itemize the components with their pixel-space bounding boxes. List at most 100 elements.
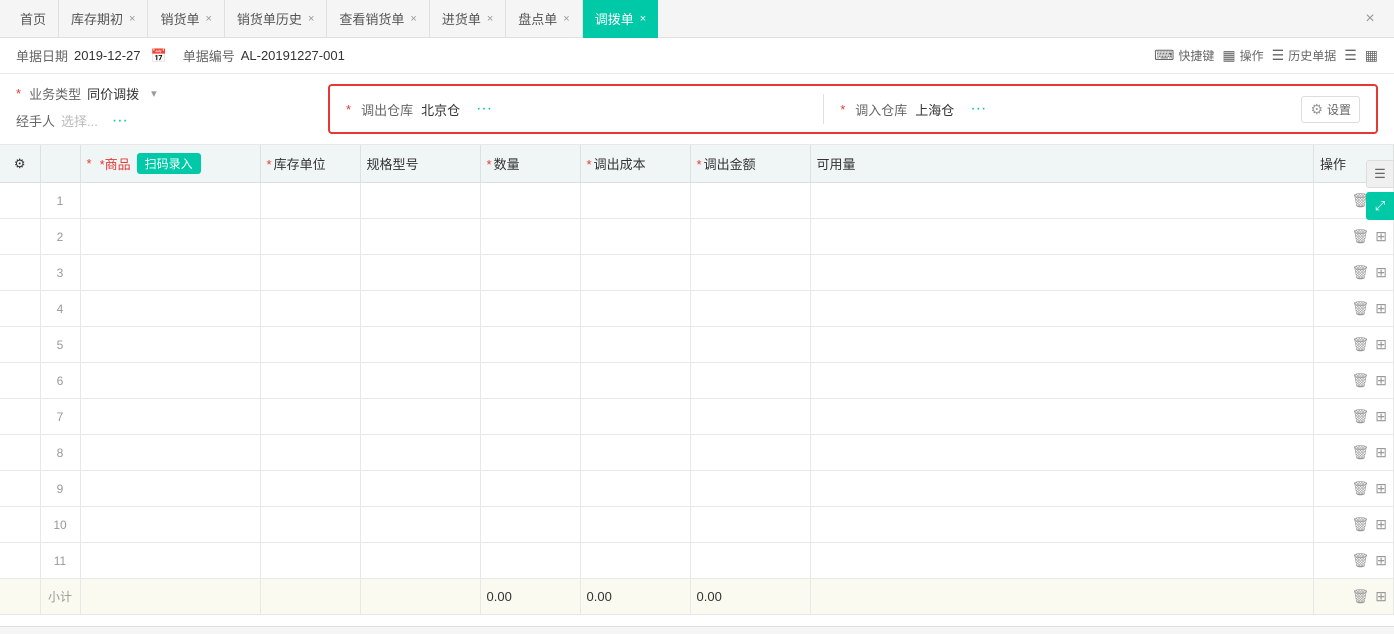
right-panel-list-btn[interactable]: ☰ bbox=[1366, 160, 1394, 188]
copy-icon[interactable]: ⊞ bbox=[1375, 480, 1387, 497]
row-avail-cell[interactable] bbox=[810, 471, 1314, 507]
copy-icon[interactable]: ⊞ bbox=[1375, 408, 1387, 425]
warehouse-in-ellipsis-btn[interactable]: ··· bbox=[970, 100, 986, 118]
th-gear[interactable]: ⚙ bbox=[0, 145, 40, 183]
row-avail-cell[interactable] bbox=[810, 255, 1314, 291]
grid-view-action[interactable]: ▦ bbox=[1365, 47, 1378, 64]
row-avail-cell[interactable] bbox=[810, 363, 1314, 399]
row-product-cell[interactable] bbox=[80, 471, 260, 507]
row-product-cell[interactable] bbox=[80, 255, 260, 291]
row-cost-cell[interactable] bbox=[580, 327, 690, 363]
delete-icon[interactable]: 🗑 bbox=[1351, 300, 1369, 317]
list-view-action[interactable]: ☰ bbox=[1344, 47, 1357, 64]
settings-button[interactable]: ⚙ 设置 bbox=[1301, 96, 1360, 123]
row-cost-cell[interactable] bbox=[580, 183, 690, 219]
row-avail-cell[interactable] bbox=[810, 507, 1314, 543]
row-unit-cell[interactable] bbox=[260, 435, 360, 471]
row-spec-cell[interactable] bbox=[360, 507, 480, 543]
row-spec-cell[interactable] bbox=[360, 543, 480, 579]
delete-icon[interactable]: 🗑 bbox=[1351, 408, 1369, 425]
copy-icon[interactable]: ⊞ bbox=[1375, 444, 1387, 461]
copy-icon[interactable]: ⊞ bbox=[1375, 336, 1387, 353]
row-unit-cell[interactable] bbox=[260, 399, 360, 435]
delete-icon[interactable]: 🗑 bbox=[1351, 444, 1369, 461]
row-amount-cell[interactable] bbox=[690, 399, 810, 435]
tab-close-transfer[interactable]: × bbox=[640, 13, 646, 25]
subtotal-copy-icon[interactable]: ⊞ bbox=[1375, 588, 1387, 605]
row-unit-cell[interactable] bbox=[260, 543, 360, 579]
row-cost-cell[interactable] bbox=[580, 399, 690, 435]
tab-close-inventory-init[interactable]: × bbox=[129, 13, 135, 25]
row-amount-cell[interactable] bbox=[690, 327, 810, 363]
shortcut-action[interactable]: ⌨ 快捷键 bbox=[1154, 47, 1214, 64]
biz-type-value[interactable]: 同价调拨 bbox=[87, 84, 139, 103]
delete-icon[interactable]: 🗑 bbox=[1351, 336, 1369, 353]
row-qty-cell[interactable] bbox=[480, 327, 580, 363]
row-product-cell[interactable] bbox=[80, 543, 260, 579]
row-unit-cell[interactable] bbox=[260, 183, 360, 219]
window-close-button[interactable]: × bbox=[1354, 3, 1386, 35]
row-qty-cell[interactable] bbox=[480, 507, 580, 543]
row-product-cell[interactable] bbox=[80, 507, 260, 543]
row-product-cell[interactable] bbox=[80, 183, 260, 219]
row-amount-cell[interactable] bbox=[690, 507, 810, 543]
row-spec-cell[interactable] bbox=[360, 327, 480, 363]
scan-entry-button[interactable]: 扫码录入 bbox=[137, 153, 201, 174]
row-spec-cell[interactable] bbox=[360, 183, 480, 219]
row-product-cell[interactable] bbox=[80, 219, 260, 255]
operation-action[interactable]: ▦ 操作 bbox=[1222, 47, 1263, 64]
row-product-cell[interactable] bbox=[80, 327, 260, 363]
delete-icon[interactable]: 🗑 bbox=[1351, 480, 1369, 497]
row-spec-cell[interactable] bbox=[360, 471, 480, 507]
biz-type-dropdown-icon[interactable]: ▾ bbox=[151, 87, 157, 100]
row-cost-cell[interactable] bbox=[580, 543, 690, 579]
tab-sales-history[interactable]: 销货单历史 × bbox=[225, 0, 327, 38]
row-amount-cell[interactable] bbox=[690, 291, 810, 327]
delete-icon[interactable]: 🗑 bbox=[1351, 552, 1369, 569]
row-product-cell[interactable] bbox=[80, 291, 260, 327]
row-cost-cell[interactable] bbox=[580, 291, 690, 327]
table-container[interactable]: ⚙ * *商品 扫码录入 *库存单位 bbox=[0, 145, 1394, 626]
copy-icon[interactable]: ⊞ bbox=[1375, 372, 1387, 389]
row-unit-cell[interactable] bbox=[260, 327, 360, 363]
row-spec-cell[interactable] bbox=[360, 435, 480, 471]
row-avail-cell[interactable] bbox=[810, 183, 1314, 219]
row-product-cell[interactable] bbox=[80, 363, 260, 399]
row-spec-cell[interactable] bbox=[360, 363, 480, 399]
row-unit-cell[interactable] bbox=[260, 255, 360, 291]
delete-icon[interactable]: 🗑 bbox=[1351, 228, 1369, 245]
copy-icon[interactable]: ⊞ bbox=[1375, 264, 1387, 281]
row-amount-cell[interactable] bbox=[690, 471, 810, 507]
copy-icon[interactable]: ⊞ bbox=[1375, 228, 1387, 245]
row-unit-cell[interactable] bbox=[260, 291, 360, 327]
row-unit-cell[interactable] bbox=[260, 471, 360, 507]
row-spec-cell[interactable] bbox=[360, 399, 480, 435]
row-qty-cell[interactable] bbox=[480, 183, 580, 219]
tab-stocktake[interactable]: 盘点单 × bbox=[506, 0, 582, 38]
row-cost-cell[interactable] bbox=[580, 507, 690, 543]
tab-close-stocktake[interactable]: × bbox=[563, 13, 569, 25]
tab-close-sales-history[interactable]: × bbox=[308, 13, 314, 25]
tab-home[interactable]: 首页 bbox=[8, 0, 59, 38]
row-qty-cell[interactable] bbox=[480, 471, 580, 507]
copy-icon[interactable]: ⊞ bbox=[1375, 300, 1387, 317]
row-avail-cell[interactable] bbox=[810, 543, 1314, 579]
row-qty-cell[interactable] bbox=[480, 255, 580, 291]
row-avail-cell[interactable] bbox=[810, 399, 1314, 435]
row-qty-cell[interactable] bbox=[480, 435, 580, 471]
tab-sales-order[interactable]: 销货单 × bbox=[148, 0, 224, 38]
right-panel-link-btn[interactable]: ⤢ bbox=[1366, 192, 1394, 220]
handler-placeholder[interactable]: 选择... bbox=[61, 111, 98, 130]
row-spec-cell[interactable] bbox=[360, 255, 480, 291]
row-qty-cell[interactable] bbox=[480, 219, 580, 255]
row-avail-cell[interactable] bbox=[810, 219, 1314, 255]
row-spec-cell[interactable] bbox=[360, 219, 480, 255]
row-qty-cell[interactable] bbox=[480, 399, 580, 435]
row-cost-cell[interactable] bbox=[580, 471, 690, 507]
row-amount-cell[interactable] bbox=[690, 435, 810, 471]
tab-inventory-init[interactable]: 库存期初 × bbox=[59, 0, 148, 38]
row-product-cell[interactable] bbox=[80, 435, 260, 471]
history-action[interactable]: ☰ 历史单据 bbox=[1272, 47, 1337, 64]
row-cost-cell[interactable] bbox=[580, 255, 690, 291]
row-amount-cell[interactable] bbox=[690, 363, 810, 399]
